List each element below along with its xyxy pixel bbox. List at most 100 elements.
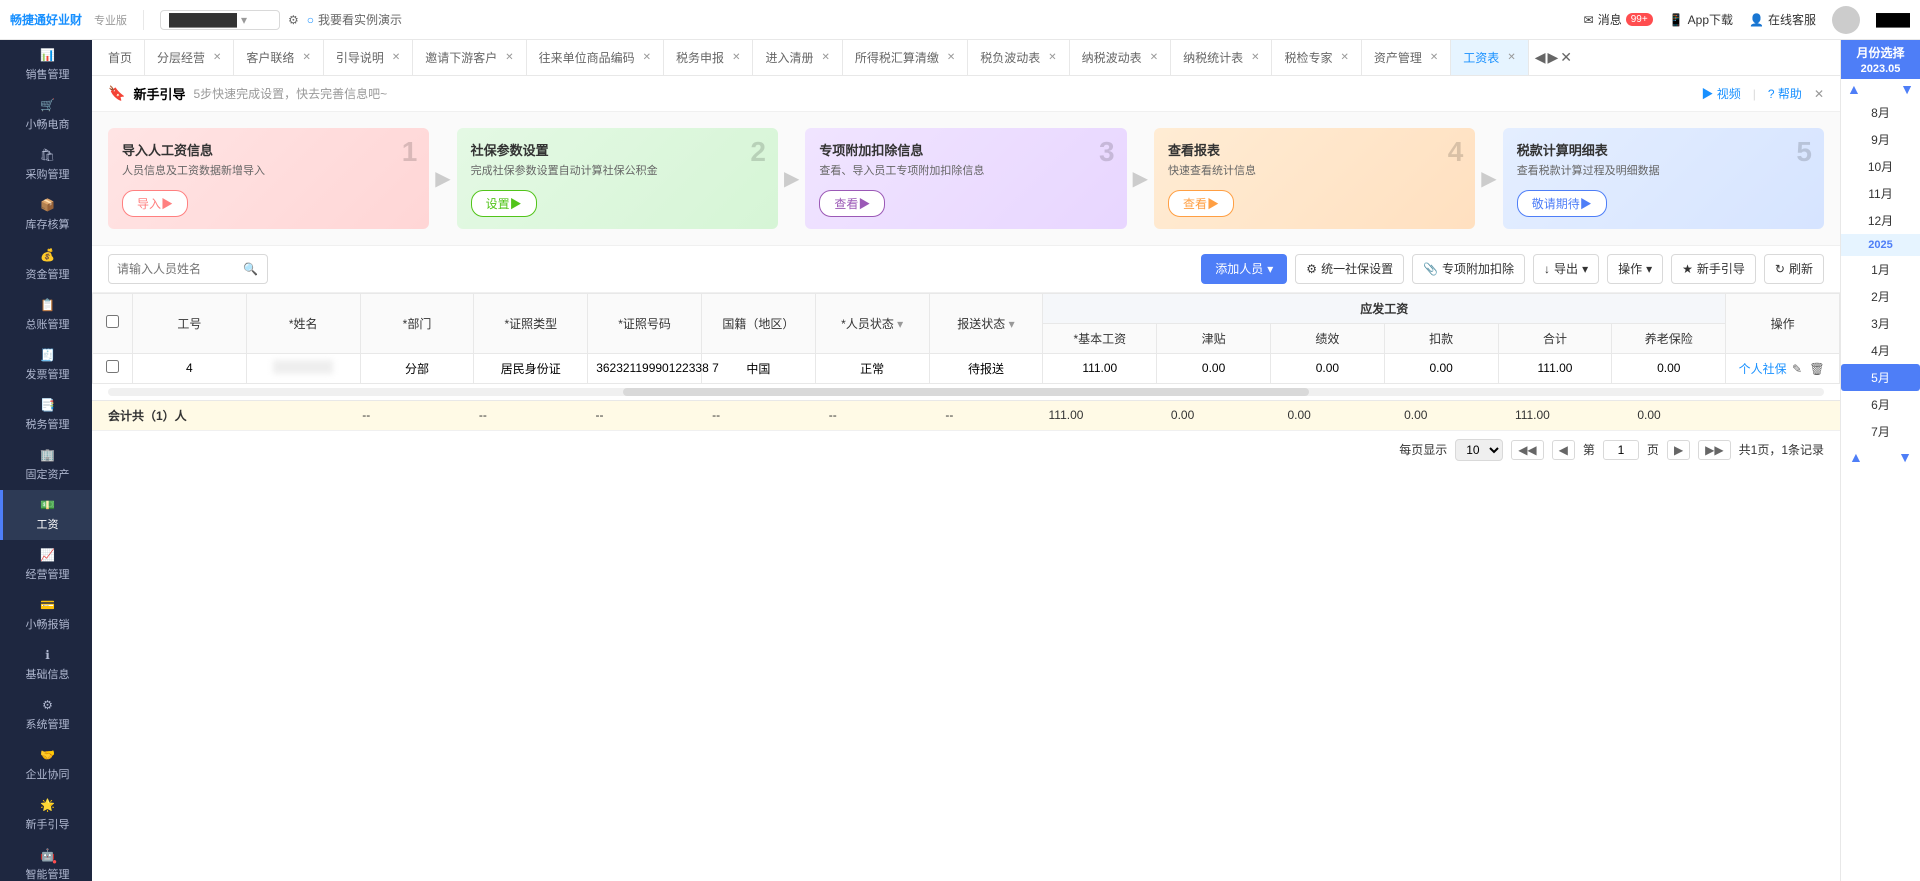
- page-size-select[interactable]: 10 20 50: [1455, 439, 1503, 461]
- sidebar-item-expense[interactable]: 💳 小畅报销: [0, 590, 92, 640]
- month-5[interactable]: 5月: [1841, 364, 1920, 391]
- search-input-wrap[interactable]: 🔍: [108, 254, 268, 284]
- sidebar-item-sales[interactable]: 📊 销售管理: [0, 40, 92, 90]
- user-avatar[interactable]: [1832, 6, 1860, 34]
- tab-asset-mgmt[interactable]: 资产管理 ✕: [1362, 40, 1451, 76]
- month-4[interactable]: 4月: [1841, 337, 1920, 364]
- online-service-btn[interactable]: 👤 在线客服: [1749, 11, 1816, 28]
- tab-customer-close[interactable]: ✕: [302, 52, 310, 63]
- edit-icon[interactable]: ✎: [1792, 362, 1802, 376]
- tab-customer[interactable]: 客户联络 ✕: [234, 40, 323, 76]
- month-prev-btn[interactable]: ▲: [1847, 81, 1861, 97]
- next-page-btn[interactable]: ▶: [1667, 440, 1690, 460]
- action-btn[interactable]: 操作 ▾: [1607, 254, 1663, 284]
- status-filter-icon[interactable]: ▾: [897, 317, 903, 331]
- row-checkbox-cell[interactable]: [93, 353, 133, 383]
- tab-next-btn[interactable]: ▶: [1547, 49, 1558, 66]
- tab-invite[interactable]: 邀请下游客户 ✕: [413, 40, 526, 76]
- newguide-btn[interactable]: ★ 新手引导: [1671, 254, 1756, 284]
- company-selector[interactable]: ████████ ▾: [160, 10, 280, 30]
- tab-guide[interactable]: 引导说明 ✕: [324, 40, 413, 76]
- search-input[interactable]: [117, 262, 237, 276]
- message-btn[interactable]: ✉ 消息 99+: [1584, 11, 1653, 28]
- month-9[interactable]: 9月: [1841, 126, 1920, 153]
- app-download-btn[interactable]: 📱 App下载: [1669, 11, 1733, 28]
- tab-income-tax-close[interactable]: ✕: [947, 52, 955, 63]
- prev-page-btn[interactable]: ◀: [1552, 440, 1575, 460]
- social-insurance-setting-btn[interactable]: ⚙ 统一社保设置: [1295, 254, 1404, 284]
- tab-tax-stat-close[interactable]: ✕: [1251, 52, 1259, 63]
- month-11[interactable]: 11月: [1841, 180, 1920, 207]
- step-4-btn[interactable]: 查看▶: [1168, 190, 1234, 217]
- month-8[interactable]: 8月: [1841, 99, 1920, 126]
- tab-asset-mgmt-close[interactable]: ✕: [1430, 52, 1438, 63]
- delete-icon[interactable]: 🗑: [1809, 362, 1824, 376]
- tab-tax-expert-close[interactable]: ✕: [1341, 52, 1349, 63]
- sidebar-item-ledger[interactable]: 📋 总账管理: [0, 290, 92, 340]
- month-next-btn[interactable]: ▼: [1900, 81, 1914, 97]
- month-1[interactable]: 1月: [1841, 256, 1920, 283]
- tab-payroll[interactable]: 工资表 ✕: [1451, 40, 1528, 76]
- add-person-btn[interactable]: 添加人员 ▾: [1201, 254, 1287, 284]
- tab-guide-close[interactable]: ✕: [392, 52, 400, 63]
- th-checkbox[interactable]: [93, 293, 133, 353]
- month-3[interactable]: 3月: [1841, 310, 1920, 337]
- sidebar-item-basic-info[interactable]: ℹ 基础信息: [0, 640, 92, 690]
- tab-tax-report[interactable]: 税务申报 ✕: [664, 40, 753, 76]
- user-menu-btn[interactable]: ████: [1876, 13, 1910, 27]
- sidebar-item-ai[interactable]: ● 🤖 智能管理: [0, 840, 92, 881]
- step-3-btn[interactable]: 查看▶: [819, 190, 885, 217]
- sidebar-item-inventory[interactable]: 📦 库存核算: [0, 190, 92, 240]
- tab-income-tax[interactable]: 所得税汇算清缴 ✕: [843, 40, 968, 76]
- tab-payroll-close[interactable]: ✕: [1507, 52, 1515, 63]
- month-12[interactable]: 12月: [1841, 207, 1920, 234]
- sidebar-item-newguide[interactable]: 🌟 新手引导: [0, 790, 92, 840]
- tab-layered[interactable]: 分层经营 ✕: [145, 40, 234, 76]
- scroll-thumb[interactable]: [623, 388, 1309, 396]
- special-deduction-btn[interactable]: 📎 专项附加扣除: [1412, 254, 1525, 284]
- page-input[interactable]: [1603, 440, 1639, 460]
- month-10[interactable]: 10月: [1841, 153, 1920, 180]
- tab-tax-expert[interactable]: 税检专家 ✕: [1272, 40, 1361, 76]
- guide-close-btn[interactable]: ✕: [1814, 87, 1824, 101]
- tab-clearance-close[interactable]: ✕: [821, 52, 829, 63]
- tab-prev-btn[interactable]: ◀: [1535, 49, 1546, 66]
- sidebar-item-payroll[interactable]: 💵 工资: [0, 490, 92, 540]
- sidebar-item-purchase[interactable]: 🛍 采购管理: [0, 140, 92, 190]
- last-page-btn[interactable]: ▶▶: [1698, 440, 1730, 460]
- month-2[interactable]: 2月: [1841, 283, 1920, 310]
- tab-home[interactable]: 首页: [96, 40, 145, 76]
- scroll-track[interactable]: [108, 388, 1824, 396]
- month-7[interactable]: 7月: [1841, 418, 1920, 445]
- personal-insurance-link[interactable]: 个人社保: [1739, 362, 1787, 376]
- sidebar-item-cooperation[interactable]: 🤝 企业协同: [0, 740, 92, 790]
- sidebar-item-invoice[interactable]: 🧾 发票管理: [0, 340, 92, 390]
- tab-tax-burden-close[interactable]: ✕: [1048, 52, 1056, 63]
- first-page-btn[interactable]: ◀◀: [1511, 440, 1543, 460]
- guide-help-btn[interactable]: ? 帮助: [1768, 85, 1802, 102]
- export-btn[interactable]: ↓ 导出 ▾: [1533, 254, 1599, 284]
- settings-icon[interactable]: ⚙: [288, 13, 299, 27]
- sidebar-item-operations[interactable]: 📈 经营管理: [0, 540, 92, 590]
- step-5-btn[interactable]: 敬请期待▶: [1517, 190, 1607, 217]
- month-down-btn[interactable]: ▼: [1898, 449, 1912, 465]
- sidebar-item-system[interactable]: ⚙ 系统管理: [0, 690, 92, 740]
- guide-video-btn[interactable]: ▶ 视频: [1701, 85, 1740, 102]
- report-filter-icon[interactable]: ▾: [1009, 317, 1015, 331]
- month-6[interactable]: 6月: [1841, 391, 1920, 418]
- tab-close-all-btn[interactable]: ✕: [1560, 49, 1572, 66]
- tab-tax-report-close[interactable]: ✕: [732, 52, 740, 63]
- step-1-btn[interactable]: 导入▶: [122, 190, 188, 217]
- sidebar-item-assets[interactable]: 🏢 固定资产: [0, 440, 92, 490]
- sidebar-item-finance[interactable]: 💰 资金管理: [0, 240, 92, 290]
- refresh-btn[interactable]: ↻ 刷新: [1764, 254, 1824, 284]
- tab-tax-dynamic[interactable]: 纳税波动表 ✕: [1070, 40, 1171, 76]
- sidebar-item-ecommerce[interactable]: 🛒 小畅电商: [0, 90, 92, 140]
- sidebar-item-tax[interactable]: 📑 税务管理: [0, 390, 92, 440]
- tab-product-code-close[interactable]: ✕: [643, 52, 651, 63]
- demo-link[interactable]: ○ 我要看实例演示: [307, 11, 402, 28]
- tab-product-code[interactable]: 往来单位商品编码 ✕: [527, 40, 664, 76]
- tab-clearance[interactable]: 进入清册 ✕: [753, 40, 842, 76]
- tab-tax-burden[interactable]: 税负波动表 ✕: [968, 40, 1069, 76]
- month-up-btn[interactable]: ▲: [1849, 449, 1863, 465]
